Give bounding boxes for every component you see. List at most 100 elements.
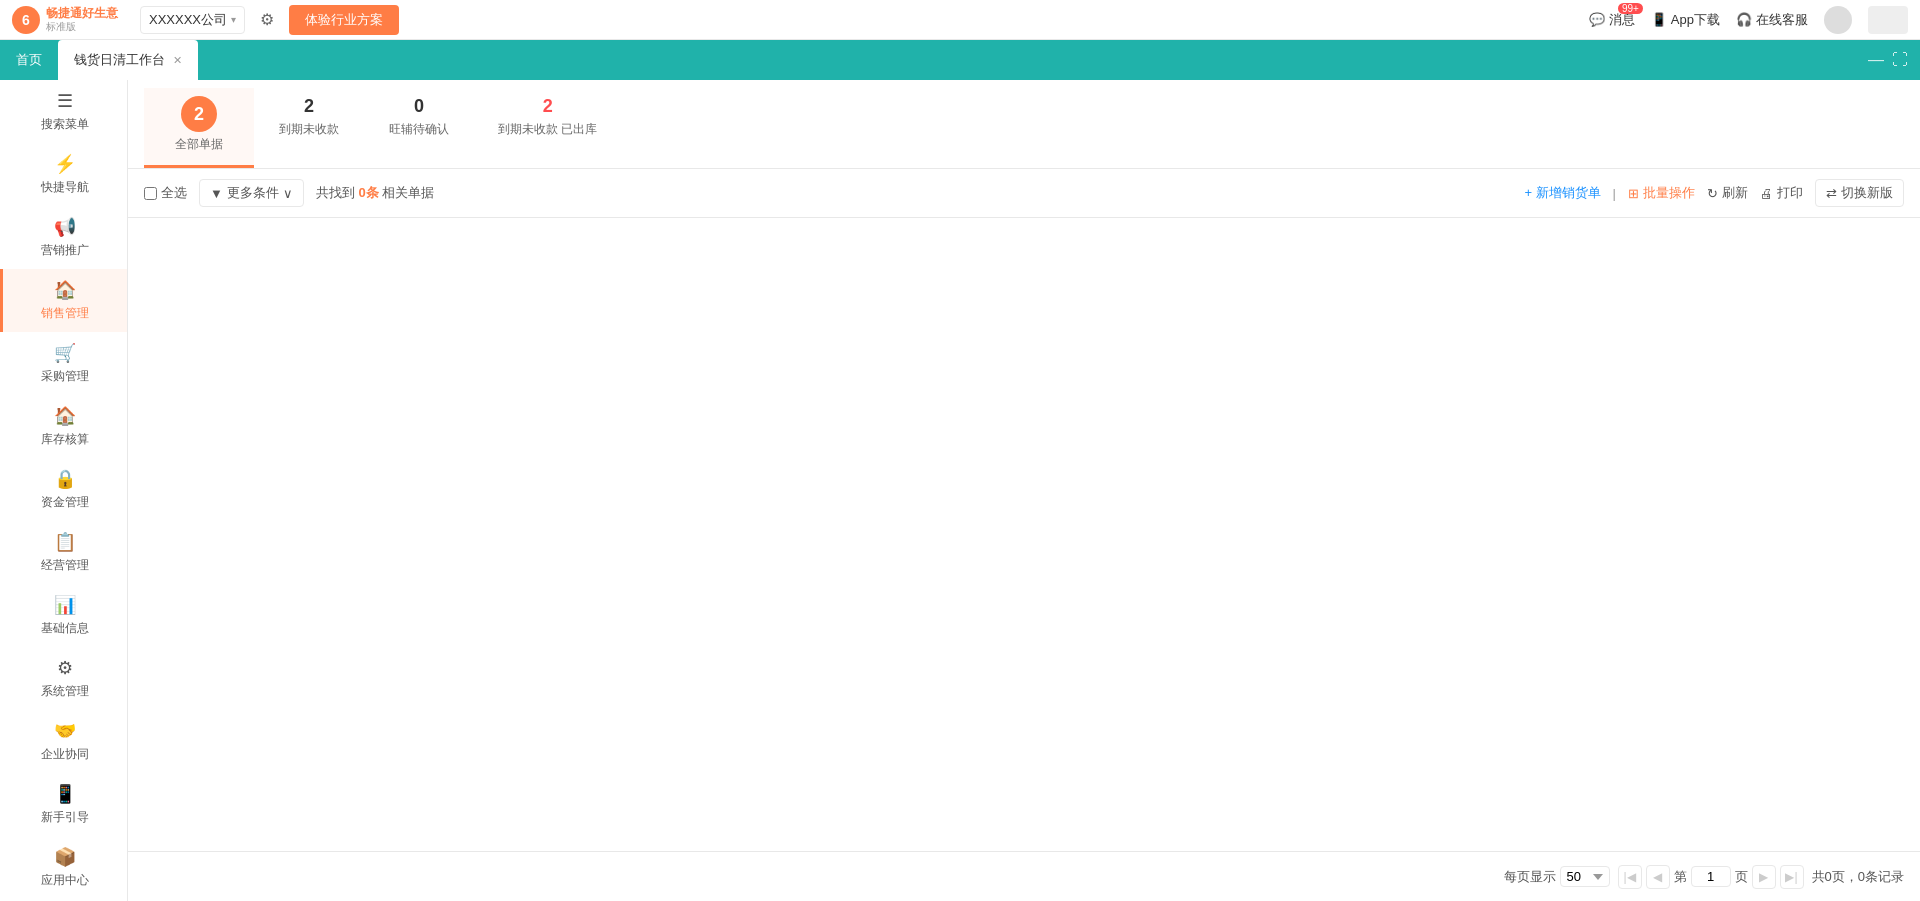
found-text: 共找到 0条 相关单据 — [316, 184, 434, 202]
filter-chevron-icon: ∨ — [283, 186, 293, 201]
finance-icon: 🔒 — [54, 468, 76, 490]
next-page-button[interactable]: ▶ — [1752, 865, 1776, 889]
sidebar-item-sales[interactable]: 🏠 销售管理 — [0, 269, 127, 332]
print-button[interactable]: 🖨 打印 — [1760, 184, 1803, 202]
sidebar: ☰ 搜索菜单 ⚡ 快捷导航 📢 营销推广 🏠 销售管理 🛒 采购管理 🏠 库存核… — [0, 80, 128, 901]
logo-text: 畅捷通好生意 标准版 — [46, 6, 118, 32]
sales-icon: 🏠 — [54, 279, 76, 301]
sidebar-item-search[interactable]: ☰ 搜索菜单 — [0, 80, 127, 143]
online-service-label: 在线客服 — [1756, 11, 1808, 29]
main-layout: ☰ 搜索菜单 ⚡ 快捷导航 📢 营销推广 🏠 销售管理 🛒 采购管理 🏠 库存核… — [0, 80, 1920, 901]
app-download-icon: 📱 — [1651, 12, 1667, 27]
per-page-select[interactable]: 50 20 100 — [1560, 866, 1610, 887]
sidebar-item-inventory[interactable]: 🏠 库存核算 — [0, 395, 127, 458]
tab-qianhuori-label: 钱货日清工作台 — [74, 51, 165, 69]
tab-home[interactable]: 首页 — [0, 40, 58, 80]
total-text: 共0页，0条记录 — [1812, 868, 1904, 886]
sidebar-marketing-label: 营销推广 — [41, 242, 89, 259]
refresh-button[interactable]: ↻ 刷新 — [1707, 184, 1748, 202]
stat-unshipped-number: 2 — [543, 96, 553, 117]
app-download-button[interactable]: 📱 App下载 — [1651, 11, 1720, 29]
print-label: 打印 — [1777, 184, 1803, 202]
sidebar-guide-label: 新手引导 — [41, 809, 89, 826]
sidebar-item-cooperation[interactable]: 🤝 企业协同 — [0, 710, 127, 773]
last-page-button[interactable]: ▶| — [1780, 865, 1804, 889]
message-button[interactable]: 💬 消息 99+ — [1589, 11, 1635, 29]
tab-close-icon[interactable]: ✕ — [173, 54, 182, 67]
user-avatar[interactable] — [1824, 6, 1852, 34]
stat-tab-unshipped[interactable]: 2 到期未收款 已出库 — [474, 88, 621, 168]
tab-qianhuori[interactable]: 钱货日清工作台 ✕ — [58, 40, 198, 80]
company-name: XXXXXX公司 — [149, 11, 227, 29]
stats-tabs: 2 全部单据 2 到期未收款 0 旺辅待确认 2 到期未收款 已出库 — [128, 80, 1920, 169]
logo-icon: 6 — [12, 6, 40, 34]
top-bar-left: 6 畅捷通好生意 标准版 XXXXXX公司 ▾ ⚙ 体验行业方案 — [12, 5, 399, 35]
add-sales-order-button[interactable]: + 新增销货单 — [1524, 184, 1600, 202]
headset-icon: 🎧 — [1736, 12, 1752, 27]
sidebar-basic-info-label: 基础信息 — [41, 620, 89, 637]
nav-tabs: 首页 钱货日清工作台 ✕ — ⛶ — [0, 40, 1920, 80]
tab-home-label: 首页 — [16, 51, 42, 69]
company-selector[interactable]: XXXXXX公司 ▾ — [140, 6, 245, 34]
sidebar-item-finance[interactable]: 🔒 资金管理 — [0, 458, 127, 521]
online-service-button[interactable]: 🎧 在线客服 — [1736, 11, 1808, 29]
batch-operation-button[interactable]: ⊞ 批量操作 — [1628, 184, 1695, 202]
filter-label: 更多条件 — [227, 184, 279, 202]
stat-tab-all[interactable]: 2 全部单据 — [144, 88, 254, 168]
content-area: 2 全部单据 2 到期未收款 0 旺辅待确认 2 到期未收款 已出库 全选 — [128, 80, 1920, 901]
sidebar-item-system[interactable]: ⚙ 系统管理 — [0, 647, 127, 710]
stat-unshipped-label: 到期未收款 已出库 — [498, 121, 597, 138]
stat-tab-wangwang[interactable]: 0 旺辅待确认 — [364, 88, 474, 168]
user-name-area[interactable] — [1868, 6, 1908, 34]
page-suffix: 页 — [1735, 868, 1748, 886]
logo-subtitle: 标准版 — [46, 21, 118, 33]
first-page-button[interactable]: |◀ — [1618, 865, 1642, 889]
app-download-label: App下载 — [1671, 11, 1720, 29]
pagination-bar: 每页显示 50 20 100 |◀ ◀ 第 页 ▶ ▶| 共0页，0条记录 — [128, 851, 1920, 901]
operation-icon: 📋 — [54, 531, 76, 553]
inventory-icon: 🏠 — [54, 405, 76, 427]
sidebar-purchase-label: 采购管理 — [41, 368, 89, 385]
found-count: 0条 — [359, 185, 379, 200]
sidebar-item-app-center[interactable]: 📦 应用中心 — [0, 836, 127, 899]
sidebar-item-quick-nav[interactable]: ⚡ 快捷导航 — [0, 143, 127, 206]
prev-page-button[interactable]: ◀ — [1646, 865, 1670, 889]
system-icon: ⚙ — [57, 657, 73, 679]
toolbar-left: 全选 ▼ 更多条件 ∨ 共找到 0条 相关单据 — [144, 179, 1512, 207]
settings-icon[interactable]: ⚙ — [253, 6, 281, 34]
search-menu-icon: ☰ — [57, 90, 73, 112]
sidebar-finance-label: 资金管理 — [41, 494, 89, 511]
sidebar-cooperation-label: 企业协同 — [41, 746, 89, 763]
purchase-icon: 🛒 — [54, 342, 76, 364]
logo-title: 畅捷通好生意 — [46, 6, 118, 20]
toolbar: 全选 ▼ 更多条件 ∨ 共找到 0条 相关单据 + 新增销货单 | ⊞ — [128, 169, 1920, 218]
message-badge: 99+ — [1618, 3, 1643, 14]
sidebar-app-center-label: 应用中心 — [41, 872, 89, 889]
tab-maximize-icon[interactable]: ⛶ — [1892, 51, 1908, 69]
data-area — [128, 218, 1920, 851]
found-prefix: 共找到 — [316, 185, 355, 200]
select-all-label: 全选 — [161, 184, 187, 202]
sidebar-item-operation[interactable]: 📋 经营管理 — [0, 521, 127, 584]
sidebar-inventory-label: 库存核算 — [41, 431, 89, 448]
sidebar-item-guide[interactable]: 📱 新手引导 — [0, 773, 127, 836]
sidebar-sales-label: 销售管理 — [41, 305, 89, 322]
sidebar-item-marketing[interactable]: 📢 营销推广 — [0, 206, 127, 269]
stat-all-number: 2 — [181, 96, 217, 132]
page-input[interactable] — [1691, 866, 1731, 887]
per-page-label: 每页显示 — [1504, 868, 1556, 886]
sidebar-item-basic-info[interactable]: 📊 基础信息 — [0, 584, 127, 647]
switch-version-button[interactable]: ⇄ 切换新版 — [1815, 179, 1904, 207]
filter-button[interactable]: ▼ 更多条件 ∨ — [199, 179, 304, 207]
trial-button[interactable]: 体验行业方案 — [289, 5, 399, 35]
tab-minimize-icon[interactable]: — — [1868, 51, 1884, 69]
select-all-checkbox-label[interactable]: 全选 — [144, 184, 187, 202]
sidebar-system-label: 系统管理 — [41, 683, 89, 700]
nav-tabs-right: — ⛶ — [1868, 51, 1920, 69]
app-center-icon: 📦 — [54, 846, 76, 868]
sidebar-item-purchase[interactable]: 🛒 采购管理 — [0, 332, 127, 395]
select-all-checkbox[interactable] — [144, 187, 157, 200]
sidebar-operation-label: 经营管理 — [41, 557, 89, 574]
found-suffix: 相关单据 — [382, 185, 434, 200]
stat-tab-overdue[interactable]: 2 到期未收款 — [254, 88, 364, 168]
